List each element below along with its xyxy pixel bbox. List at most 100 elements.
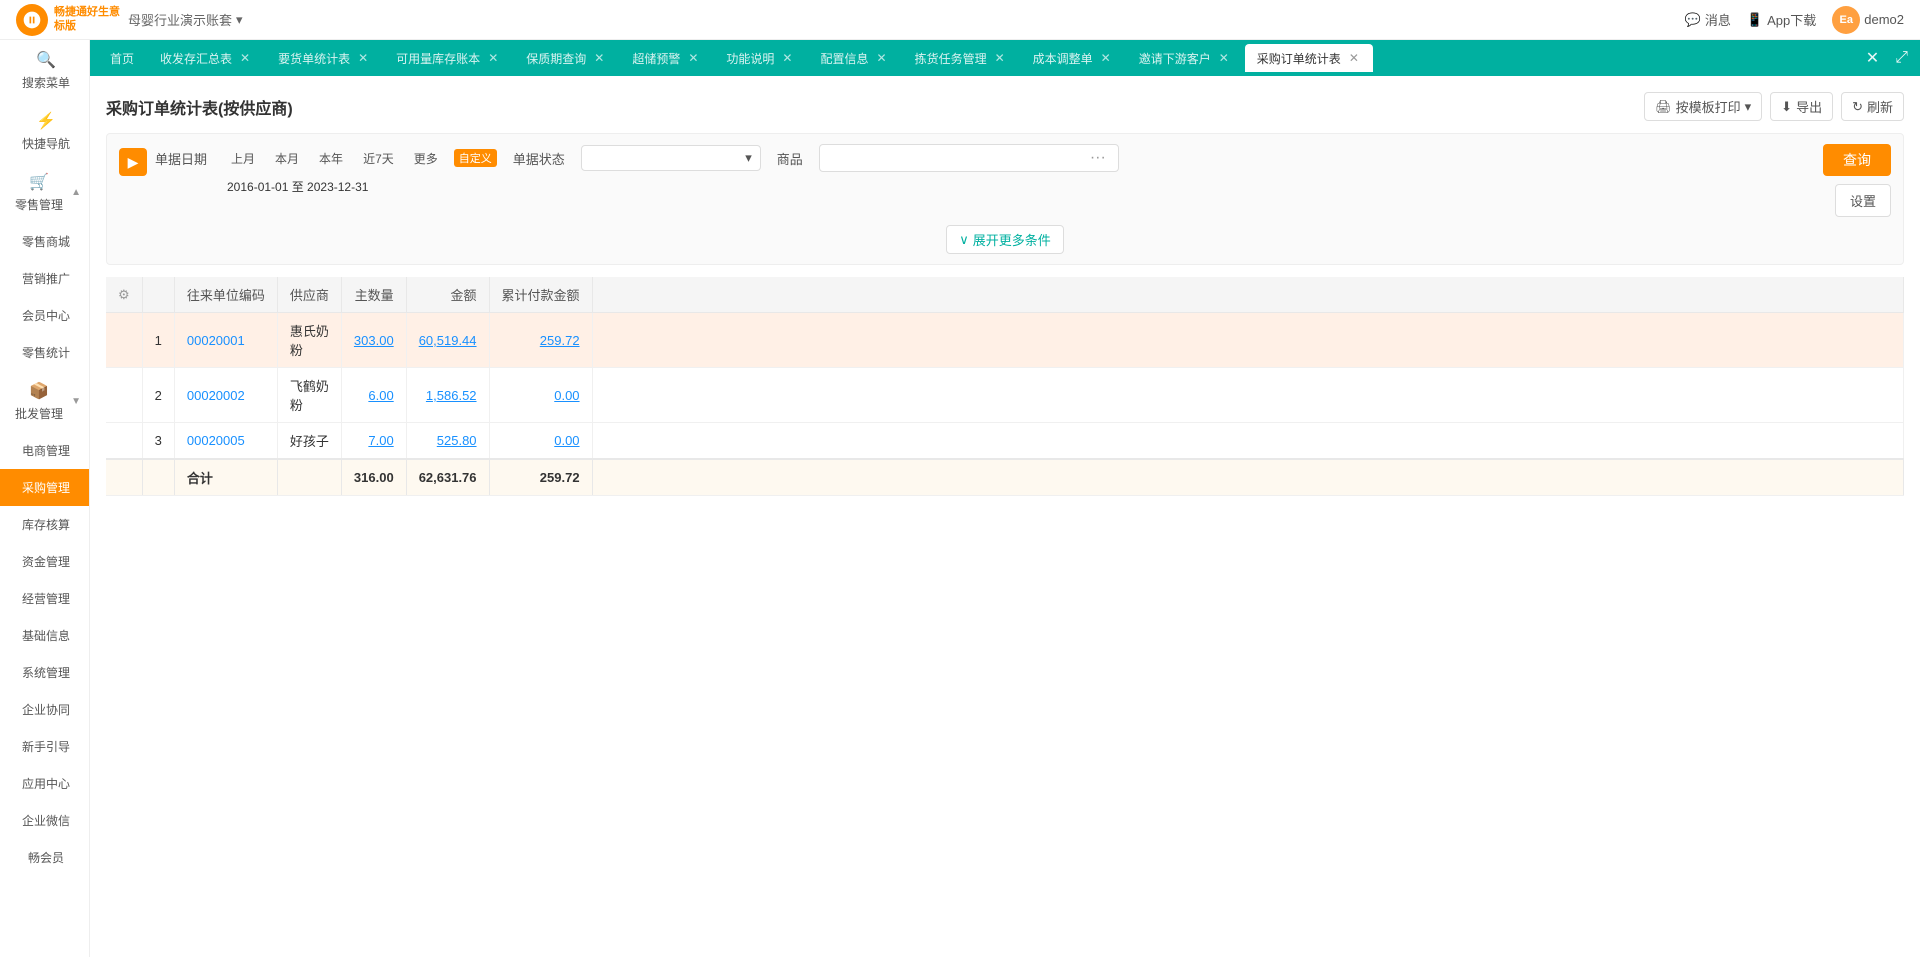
tab-pick-task[interactable]: 拣货任务管理 ✕: [903, 44, 1019, 72]
sidebar-item-appstore[interactable]: 应用中心: [0, 765, 89, 802]
tab-close-icon[interactable]: ✕: [1347, 50, 1361, 66]
sidebar-item-retail-store[interactable]: 零售商城: [0, 223, 89, 260]
page-content: 采购订单统计表(按供应商) 🖨 按模板打印 ▾ ⬇ 导出 ↻: [90, 76, 1920, 957]
sidebar-item-basic[interactable]: 基础信息: [0, 617, 89, 654]
print-icon: 🖨: [1655, 99, 1672, 115]
tab-close-icon[interactable]: ✕: [238, 50, 252, 66]
row-quantity[interactable]: 6.00: [341, 368, 406, 423]
message-button[interactable]: 💬 消息: [1685, 10, 1731, 29]
row-paid-amount[interactable]: 259.72: [489, 313, 592, 368]
sidebar-item-enterprise[interactable]: 企业协同: [0, 691, 89, 728]
sidebar-item-ecommerce[interactable]: 电商管理: [0, 432, 89, 469]
close-tab-button[interactable]: ✕: [1862, 46, 1883, 70]
th-index: [142, 277, 174, 313]
refresh-button[interactable]: ↻ 刷新: [1841, 92, 1904, 121]
tab-close-icon[interactable]: ✕: [1099, 50, 1113, 66]
sidebar-item-retail[interactable]: 🛒 零售管理 ▲: [0, 162, 89, 223]
tab-receive-summary[interactable]: 收发存汇总表 ✕: [148, 44, 264, 72]
filter-fields: 单据日期 上月 本月 本年 近7天 更多 自定义 单据状态: [155, 144, 1815, 199]
query-button[interactable]: 查询: [1823, 144, 1891, 176]
sidebar-item-vip[interactable]: 畅会员: [0, 839, 89, 876]
sidebar-item-label: 零售管理: [15, 196, 63, 213]
sidebar-item-wechat[interactable]: 企业微信: [0, 802, 89, 839]
expand-conditions-button[interactable]: ∨ 展开更多条件: [946, 225, 1064, 254]
row-unit-code[interactable]: 00020002: [174, 368, 277, 423]
tab-available-inventory[interactable]: 可用量库存账本 ✕: [384, 44, 512, 72]
workspace-selector[interactable]: 母婴行业演示账套 ▾: [128, 10, 243, 29]
custom-date-tag: 自定义: [454, 149, 497, 167]
sidebar-item-finance[interactable]: 资金管理: [0, 543, 89, 580]
tab-close-icon[interactable]: ✕: [993, 50, 1007, 66]
export-button[interactable]: ⬇ 导出: [1770, 92, 1833, 121]
sidebar-item-label: 资金管理: [22, 553, 70, 570]
status-select[interactable]: ▾: [581, 145, 761, 171]
settings-button[interactable]: 设置: [1835, 184, 1891, 217]
sidebar-item-inventory[interactable]: 库存核算: [0, 506, 89, 543]
tab-expiry-query[interactable]: 保质期查询 ✕: [514, 44, 618, 72]
app-download-button[interactable]: 📱 App下载: [1747, 10, 1816, 29]
filter-toggle-button[interactable]: ▶: [119, 148, 147, 176]
date-btn-7days[interactable]: 近7天: [355, 148, 402, 169]
filter-area: ▶ 单据日期 上月 本月 本年 近7天 更多 自定义: [106, 133, 1904, 265]
tab-config-info[interactable]: 配置信息 ✕: [808, 44, 900, 72]
tab-home[interactable]: 首页: [98, 44, 146, 72]
row-quantity[interactable]: 303.00: [341, 313, 406, 368]
sidebar-item-system[interactable]: 系统管理: [0, 654, 89, 691]
print-button[interactable]: 🖨 按模板打印 ▾: [1644, 92, 1762, 121]
row-unit-code[interactable]: 00020005: [174, 423, 277, 460]
user-profile[interactable]: Ea demo2: [1832, 6, 1904, 34]
tab-purchase-stats[interactable]: 采购订单统计表 ✕: [1245, 44, 1373, 72]
row-settings-cell: [106, 423, 142, 460]
fullscreen-button[interactable]: ⤢: [1891, 47, 1912, 69]
row-settings-cell: [106, 368, 142, 423]
row-amount[interactable]: 60,519.44: [406, 313, 489, 368]
sidebar-item-shortcut[interactable]: ⚡ 快捷导航: [0, 101, 89, 162]
tab-function-desc[interactable]: 功能说明 ✕: [714, 44, 806, 72]
row-unit-code[interactable]: 00020001: [174, 313, 277, 368]
filter-more: ∨ 展开更多条件: [119, 225, 1891, 254]
tab-close-icon[interactable]: ✕: [686, 50, 700, 66]
th-quantity: 主数量: [341, 277, 406, 313]
sidebar-item-purchase[interactable]: 采购管理: [0, 469, 89, 506]
th-settings[interactable]: ⚙: [106, 277, 142, 313]
tab-close-icon[interactable]: ✕: [592, 50, 606, 66]
date-btn-this-month[interactable]: 本月: [267, 148, 307, 169]
goods-input-dots[interactable]: ···: [1086, 149, 1110, 167]
message-icon: 💬: [1685, 12, 1701, 28]
refresh-icon: ↻: [1852, 99, 1863, 115]
sidebar-item-label: 畅会员: [28, 849, 64, 866]
tab-requisition[interactable]: 要货单统计表 ✕: [266, 44, 382, 72]
sidebar-item-guide[interactable]: 新手引导: [0, 728, 89, 765]
row-empty: [592, 313, 1903, 368]
status-select-arrow: ▾: [745, 150, 752, 166]
table-settings-icon[interactable]: ⚙: [118, 287, 130, 302]
sidebar-item-retail-stats[interactable]: 零售统计: [0, 334, 89, 371]
row-paid-amount[interactable]: 0.00: [489, 368, 592, 423]
tab-overstock-alert[interactable]: 超储预警 ✕: [620, 44, 712, 72]
username: demo2: [1864, 12, 1904, 27]
sidebar-item-marketing[interactable]: 营销推广: [0, 260, 89, 297]
sidebar-item-search[interactable]: 🔍 搜索菜单: [0, 40, 89, 101]
sidebar-item-wholesale[interactable]: 📦 批发管理 ▼: [0, 371, 89, 432]
date-btn-more[interactable]: 更多: [406, 148, 446, 169]
sidebar-item-operation[interactable]: 经营管理: [0, 580, 89, 617]
tab-close-icon[interactable]: ✕: [780, 50, 794, 66]
goods-input[interactable]: ···: [819, 144, 1119, 172]
sidebar-item-member[interactable]: 会员中心: [0, 297, 89, 334]
row-amount[interactable]: 525.80: [406, 423, 489, 460]
row-paid-amount[interactable]: 0.00: [489, 423, 592, 460]
row-quantity[interactable]: 7.00: [341, 423, 406, 460]
tab-close-icon[interactable]: ✕: [875, 50, 889, 66]
tab-invite-downstream[interactable]: 邀请下游客户 ✕: [1127, 44, 1243, 72]
date-btn-this-year[interactable]: 本年: [311, 148, 351, 169]
tab-close-icon[interactable]: ✕: [356, 50, 370, 66]
tab-close-icon[interactable]: ✕: [1217, 50, 1231, 66]
tab-close-icon[interactable]: ✕: [486, 50, 500, 66]
date-btn-last-month[interactable]: 上月: [223, 148, 263, 169]
row-amount[interactable]: 1,586.52: [406, 368, 489, 423]
footer-label: 合计: [174, 459, 277, 496]
print-label: 按模板打印: [1676, 97, 1741, 116]
table-header-row: ⚙ 往来单位编码 供应商 主数量 金额 累计付款金额: [106, 277, 1904, 313]
tab-cost-adjust[interactable]: 成本调整单 ✕: [1021, 44, 1125, 72]
th-unit-code: 往来单位编码: [174, 277, 277, 313]
